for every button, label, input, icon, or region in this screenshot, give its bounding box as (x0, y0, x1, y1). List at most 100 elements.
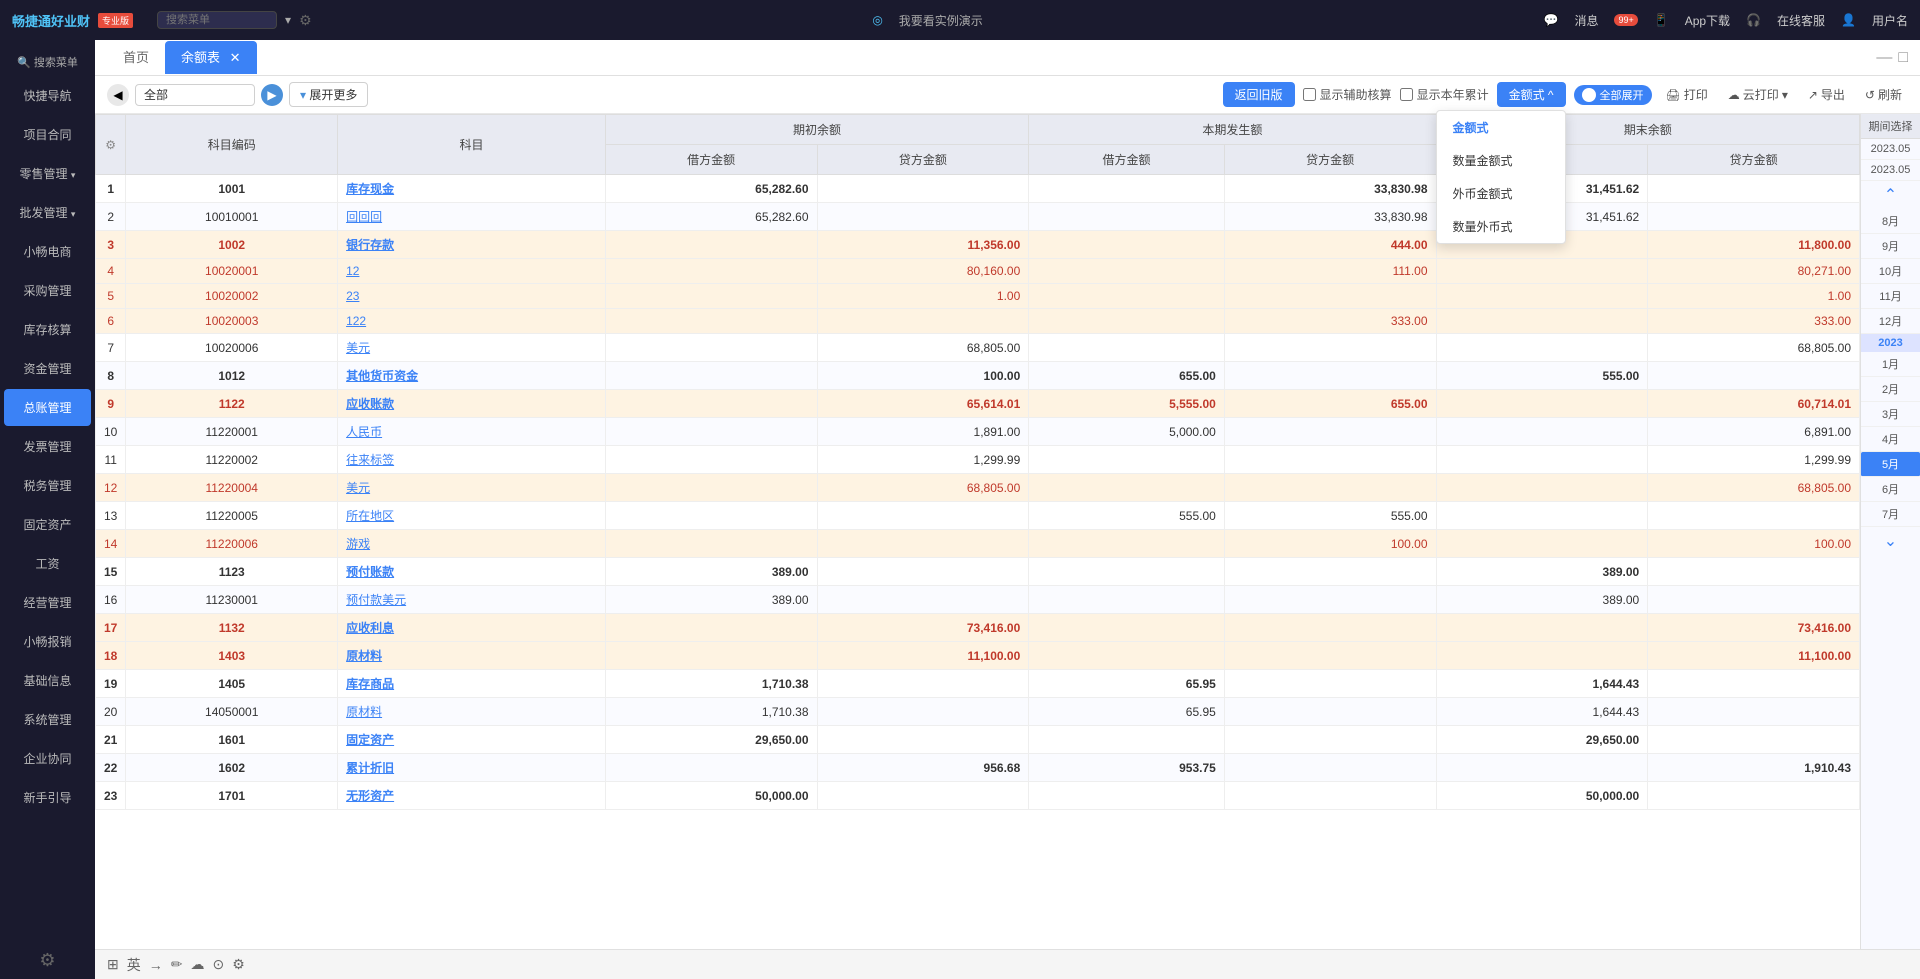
username[interactable]: 用户名 (1872, 12, 1908, 29)
row-name[interactable]: 回回回 (346, 210, 382, 224)
user-icon[interactable]: 👤 (1841, 13, 1856, 27)
dropdown-item-quantity-foreign[interactable]: 数量外币式 (1437, 210, 1565, 243)
demo-icon[interactable]: ◎ (872, 13, 882, 27)
period-year-2023[interactable]: 2023 (1861, 334, 1920, 352)
bottom-icon-4[interactable]: ✏ (171, 956, 183, 973)
row-name[interactable]: 122 (346, 314, 366, 328)
cloud-print-btn[interactable]: ☁ 云打印 ▾ (1722, 83, 1794, 106)
period-3[interactable]: 3月 (1861, 402, 1920, 427)
period-nav-up[interactable]: ⌃ (1861, 181, 1920, 209)
row-name[interactable]: 原材料 (346, 705, 382, 719)
sidebar-item-invoice[interactable]: 发票管理 (4, 428, 91, 465)
dropdown-item-amount[interactable]: 金额式 (1437, 111, 1565, 144)
period-2023-05-end[interactable]: 2023.05 (1861, 160, 1920, 181)
nav-back-btn[interactable]: ◀ (107, 84, 129, 106)
sidebar-item-ecommerce[interactable]: 小畅电商 (4, 233, 91, 270)
ytd-checkbox[interactable] (1400, 88, 1413, 101)
print-btn[interactable]: 🖨 打印 (1660, 83, 1714, 106)
sidebar-item-inventory[interactable]: 库存核算 (4, 311, 91, 348)
show-ytd-check[interactable]: 显示本年累计 (1400, 86, 1489, 103)
tab-home[interactable]: 首页 (107, 41, 165, 74)
sidebar-item-fixed-assets[interactable]: 固定资产 (4, 506, 91, 543)
amount-style-btn[interactable]: 金额式 ^ (1497, 82, 1566, 107)
return-old-version-btn[interactable]: 返回旧版 (1223, 82, 1295, 107)
tab-restore-icon[interactable]: □ (1898, 49, 1908, 67)
account-search-input[interactable] (135, 84, 255, 106)
nav-forward-btn[interactable]: ▶ (261, 84, 283, 106)
row-name[interactable]: 游戏 (346, 537, 370, 551)
dropdown-item-foreign-amount[interactable]: 外币金额式 (1437, 177, 1565, 210)
tab-close-icon[interactable]: ✕ (230, 50, 241, 65)
row-name[interactable]: 其他货币资金 (346, 369, 418, 383)
tab-balance[interactable]: 余额表 ✕ (165, 41, 257, 74)
bottom-icon-3[interactable]: → (149, 957, 163, 973)
refresh-btn[interactable]: ↺ 刷新 (1859, 83, 1908, 106)
sidebar-item-capital[interactable]: 资金管理 (4, 350, 91, 387)
period-8[interactable]: 8月 (1861, 209, 1920, 234)
row-name[interactable]: 库存商品 (346, 677, 394, 691)
row-name[interactable]: 往来标签 (346, 453, 394, 467)
download-icon[interactable]: 📱 (1654, 13, 1669, 27)
row-name[interactable]: 人民币 (346, 425, 382, 439)
sidebar-item-guide[interactable]: 新手引导 (4, 779, 91, 816)
period-10[interactable]: 10月 (1861, 259, 1920, 284)
export-btn[interactable]: ↗ 导出 (1802, 83, 1851, 106)
expand-all-toggle[interactable]: 全部展开 (1574, 85, 1652, 105)
row-name[interactable]: 无形资产 (346, 789, 394, 803)
bottom-icon-5[interactable]: ☁ (190, 956, 204, 973)
show-auxiliary-check[interactable]: 显示辅助核算 (1303, 86, 1392, 103)
sidebar-item-ledger[interactable]: 总账管理 (4, 389, 91, 426)
sidebar-search[interactable]: 🔍 搜索菜单 (0, 48, 95, 76)
th-settings[interactable]: ⚙ (96, 115, 126, 175)
sidebar-item-basic[interactable]: 基础信息 (4, 662, 91, 699)
message-icon[interactable]: 💬 (1544, 13, 1559, 27)
sidebar-item-salary[interactable]: 工资 (4, 545, 91, 582)
bottom-icon-2[interactable]: 英 (127, 955, 141, 975)
tab-minimize-icon[interactable]: — (1876, 49, 1892, 67)
sidebar-item-tax[interactable]: 税务管理 (4, 467, 91, 504)
period-7[interactable]: 7月 (1861, 502, 1920, 527)
bottom-icon-1[interactable]: ⊞ (107, 956, 119, 973)
bottom-icon-settings[interactable]: ⚙ (232, 956, 245, 973)
row-name[interactable]: 美元 (346, 481, 370, 495)
dropdown-arrow[interactable]: ▾ (285, 13, 291, 27)
period-2[interactable]: 2月 (1861, 377, 1920, 402)
table-settings-icon[interactable]: ⚙ (105, 138, 116, 152)
sidebar-item-retail[interactable]: 零售管理 ▾ (4, 155, 91, 192)
period-5[interactable]: 5月 (1861, 452, 1920, 477)
period-9[interactable]: 9月 (1861, 234, 1920, 259)
period-4[interactable]: 4月 (1861, 427, 1920, 452)
expand-more-btn[interactable]: ▾ 展开更多 (289, 82, 368, 107)
bottom-icon-6[interactable]: ⊙ (212, 956, 224, 973)
sidebar-item-project[interactable]: 项目合同 (4, 116, 91, 153)
support-icon[interactable]: 🎧 (1746, 13, 1761, 27)
row-name[interactable]: 库存现金 (346, 182, 394, 196)
period-12[interactable]: 12月 (1861, 309, 1920, 334)
dropdown-item-quantity-amount[interactable]: 数量金额式 (1437, 144, 1565, 177)
period-1[interactable]: 1月 (1861, 352, 1920, 377)
row-name[interactable]: 银行存款 (346, 238, 394, 252)
sidebar-item-wholesale[interactable]: 批发管理 ▾ (4, 194, 91, 231)
sidebar-item-sales[interactable]: 小畅报销 (4, 623, 91, 660)
auxiliary-checkbox[interactable] (1303, 88, 1316, 101)
row-name[interactable]: 应收利息 (346, 621, 394, 635)
period-6[interactable]: 6月 (1861, 477, 1920, 502)
period-2023-05-start[interactable]: 2023.05 (1861, 139, 1920, 160)
sidebar-settings-icon[interactable]: ⚙ (0, 942, 95, 979)
sidebar-item-purchase[interactable]: 采购管理 (4, 272, 91, 309)
row-name[interactable]: 预付款美元 (346, 593, 406, 607)
row-name[interactable]: 原材料 (346, 649, 382, 663)
row-name[interactable]: 预付账款 (346, 565, 394, 579)
sidebar-item-system[interactable]: 系统管理 (4, 701, 91, 738)
app-download-label[interactable]: App下载 (1685, 12, 1730, 29)
sidebar-item-quick-nav[interactable]: 快捷导航 (4, 77, 91, 114)
row-name[interactable]: 12 (346, 264, 359, 278)
settings-icon[interactable]: ⚙ (299, 12, 312, 29)
row-name[interactable]: 固定资产 (346, 733, 394, 747)
row-name[interactable]: 美元 (346, 341, 370, 355)
top-search-input[interactable] (157, 11, 277, 29)
demo-text[interactable]: 我要看实例演示 (899, 12, 983, 29)
period-nav-down[interactable]: ⌄ (1861, 527, 1920, 555)
sidebar-item-cooperation[interactable]: 企业协同 (4, 740, 91, 777)
online-support-label[interactable]: 在线客服 (1777, 12, 1825, 29)
